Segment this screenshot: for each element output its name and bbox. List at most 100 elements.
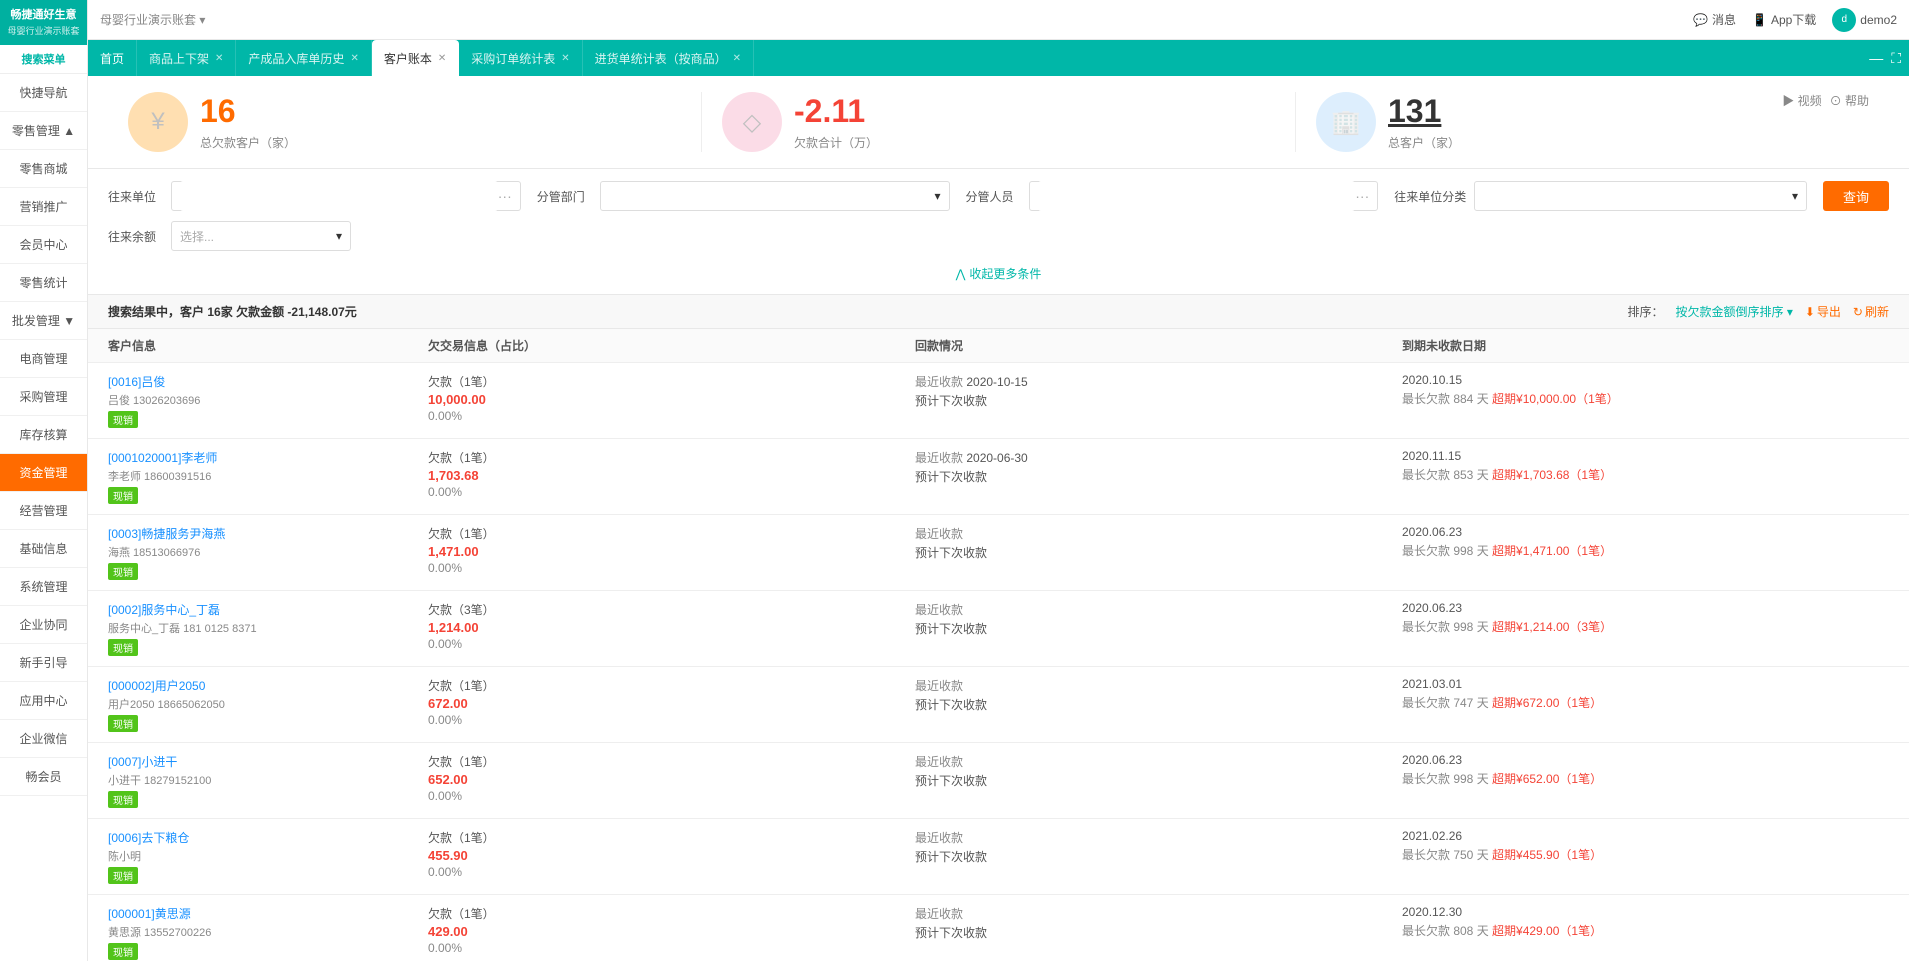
customer-name-1[interactable]: [0016]吕俊 xyxy=(108,373,428,390)
debt-info-4: 欠款（3笔） 1,214.00 0.00% xyxy=(428,601,915,651)
sidebar-item-purchase[interactable]: 采购管理 xyxy=(0,378,87,416)
refresh-icon: ↻ xyxy=(1853,305,1863,319)
unit-category-dropdown-icon: ▾ xyxy=(1792,189,1798,203)
sidebar-item-retail-mgmt[interactable]: 零售管理 ▲ xyxy=(0,112,87,150)
sidebar-item-appcenter[interactable]: 应用中心 xyxy=(0,682,87,720)
search-result-prefix: 搜索结果中，客户 xyxy=(108,305,204,319)
tab-customer-account-close[interactable]: ✕ xyxy=(438,53,446,64)
sidebar-item-ecom[interactable]: 电商管理 xyxy=(0,340,87,378)
sidebar-item-member[interactable]: 会员中心 xyxy=(0,226,87,264)
tab-minimize-icon[interactable]: — xyxy=(1869,50,1883,66)
tab-home[interactable]: 首页 xyxy=(88,40,137,76)
debt-info-7: 欠款（1笔） 455.90 0.00% xyxy=(428,829,915,879)
refresh-btn[interactable]: ↻ 刷新 xyxy=(1853,303,1889,320)
table-row: [0001020001]李老师 李老师 18600391516 现销 欠款（1笔… xyxy=(88,439,1909,515)
filter-from-unit: 往来单位 ··· xyxy=(108,181,521,211)
collapse-bar[interactable]: ⋀ 收起更多条件 xyxy=(108,261,1889,286)
customer-name-2[interactable]: [0001020001]李老师 xyxy=(108,449,428,466)
customer-name-6[interactable]: [0007]小进干 xyxy=(108,753,428,770)
sidebar-nav: 快捷导航 零售管理 ▲ 零售商城 营销推广 会员中心 零售统计 批发管理 ▼ 电… xyxy=(0,74,87,961)
debt-title-6: 欠款（1笔） xyxy=(428,753,915,770)
sidebar-search-area[interactable]: 搜索菜单 xyxy=(0,45,87,74)
message-label: 消息 xyxy=(1712,11,1736,28)
table-row: [0016]吕俊 吕俊 13026203696 现销 欠款（1笔） 10,000… xyxy=(88,363,1909,439)
customer-name-4[interactable]: [0002]服务中心_丁磊 xyxy=(108,601,428,618)
dept-select[interactable]: ▾ xyxy=(600,181,950,211)
sidebar-item-basic[interactable]: 基础信息 xyxy=(0,530,87,568)
from-unit-input-wrap[interactable]: ··· xyxy=(171,181,521,211)
export-btn[interactable]: ⬇ 导出 xyxy=(1805,303,1841,320)
manager-input-wrap[interactable]: ··· xyxy=(1029,181,1379,211)
overdue-link-6[interactable]: 超期¥652.00（1笔） xyxy=(1492,772,1602,786)
message-btn[interactable]: 💬 消息 xyxy=(1693,11,1736,28)
card2-text: -2.11 欠款合计（万） xyxy=(794,93,878,151)
overdue-link-7[interactable]: 超期¥455.90（1笔） xyxy=(1492,848,1602,862)
balance-select[interactable]: 选择... ▾ xyxy=(171,221,351,251)
sidebar-item-corp[interactable]: 企业协同 xyxy=(0,606,87,644)
tab-inbound-stats[interactable]: 进货单统计表（按商品） ✕ xyxy=(583,40,754,76)
sidebar-item-finance[interactable]: 资金管理 xyxy=(0,454,87,492)
card1-icon: ¥ xyxy=(128,92,188,152)
tab-purchase-order[interactable]: 采购订单统计表 ✕ xyxy=(459,40,582,76)
customer-count: 16家 xyxy=(207,305,232,319)
unit-category-select[interactable]: ▾ xyxy=(1474,181,1807,211)
customer-name-8[interactable]: [000001]黄思源 xyxy=(108,905,428,922)
customer-tag-1: 现销 xyxy=(108,411,138,428)
customer-name-3[interactable]: [0003]畅捷服务尹海燕 xyxy=(108,525,428,542)
sort-value[interactable]: 按欠款金额倒序排序 ▾ xyxy=(1675,303,1792,320)
manager-dots[interactable]: ··· xyxy=(1355,188,1369,204)
breadcrumb: 母婴行业演示账套 ▾ xyxy=(100,11,205,28)
overdue-link-8[interactable]: 超期¥429.00（1笔） xyxy=(1492,924,1602,938)
balance-dropdown-icon: ▾ xyxy=(336,229,342,243)
overdue-link-5[interactable]: 超期¥672.00（1笔） xyxy=(1492,696,1602,710)
sidebar-item-newguide[interactable]: 新手引导 xyxy=(0,644,87,682)
card1-value: 16 xyxy=(200,93,296,130)
sidebar-item-batch-mgmt[interactable]: 批发管理 ▼ xyxy=(0,302,87,340)
debt-percent-6: 0.00% xyxy=(428,789,915,803)
sidebar-item-marketing[interactable]: 营销推广 xyxy=(0,188,87,226)
export-icon: ⬇ xyxy=(1805,305,1815,319)
sidebar-item-system[interactable]: 系统管理 xyxy=(0,568,87,606)
sidebar-item-ops[interactable]: 经营管理 xyxy=(0,492,87,530)
search-button[interactable]: 查询 xyxy=(1823,181,1889,211)
tab-product-listing-close[interactable]: ✕ xyxy=(215,53,223,64)
customer-name-7[interactable]: [0006]去下粮仓 xyxy=(108,829,428,846)
sidebar-item-retail-mall[interactable]: 零售商城 xyxy=(0,150,87,188)
debt-title-5: 欠款（1笔） xyxy=(428,677,915,694)
tab-production-history[interactable]: 产成品入库单历史 ✕ xyxy=(236,40,371,76)
overdue-info-2: 2020.11.15 最长欠款 853 天 超期¥1,703.68（1笔） xyxy=(1402,449,1889,483)
overdue-link-3[interactable]: 超期¥1,471.00（1笔） xyxy=(1492,544,1612,558)
sidebar-item-member-card[interactable]: 畅会员 xyxy=(0,758,87,796)
from-unit-input[interactable] xyxy=(180,181,498,211)
sidebar-item-inventory[interactable]: 库存核算 xyxy=(0,416,87,454)
app-download-btn[interactable]: 📱 App下载 xyxy=(1752,11,1816,28)
payment-row-6: 最近收款 xyxy=(915,753,1402,770)
sidebar-item-quick-nav[interactable]: 快捷导航 xyxy=(0,74,87,112)
overdue-days-2: 最长欠款 853 天 超期¥1,703.68（1笔） xyxy=(1402,466,1889,483)
search-menu-item[interactable]: 搜索菜单 xyxy=(8,51,79,67)
manager-input[interactable] xyxy=(1038,181,1356,211)
overdue-link-4[interactable]: 超期¥1,214.00（3笔） xyxy=(1492,620,1612,634)
from-unit-dots[interactable]: ··· xyxy=(498,188,512,204)
tab-product-listing[interactable]: 商品上下架 ✕ xyxy=(137,40,236,76)
overdue-link-2[interactable]: 超期¥1,703.68（1笔） xyxy=(1492,468,1612,482)
sidebar-item-retail-stats[interactable]: 零售统计 xyxy=(0,264,87,302)
debt-percent-3: 0.00% xyxy=(428,561,915,575)
avatar: d xyxy=(1832,8,1856,32)
payment-info-4: 最近收款 预计下次收款 xyxy=(915,601,1402,639)
export-label: 导出 xyxy=(1817,303,1841,320)
customer-tag-6: 现销 xyxy=(108,791,138,808)
help-btn[interactable]: ⊙ 帮助 xyxy=(1830,92,1869,109)
view-btn[interactable]: ▶ 视频 xyxy=(1782,92,1821,109)
overdue-link-1[interactable]: 超期¥10,000.00（1笔） xyxy=(1492,392,1619,406)
tab-purchase-order-close[interactable]: ✕ xyxy=(561,53,569,64)
tab-production-history-close[interactable]: ✕ xyxy=(350,53,358,64)
tab-customer-account[interactable]: 客户账本 ✕ xyxy=(372,40,459,76)
customer-name-5[interactable]: [000002]用户2050 xyxy=(108,677,428,694)
card3-icon: 🏢 xyxy=(1316,92,1376,152)
overdue-info-5: 2021.03.01 最长欠款 747 天 超期¥672.00（1笔） xyxy=(1402,677,1889,711)
user-avatar[interactable]: d demo2 xyxy=(1832,8,1897,32)
sidebar-item-corpwechat[interactable]: 企业微信 xyxy=(0,720,87,758)
tab-inbound-stats-close[interactable]: ✕ xyxy=(733,53,741,64)
tab-maximize-icon[interactable]: ⛶ xyxy=(1891,50,1901,67)
